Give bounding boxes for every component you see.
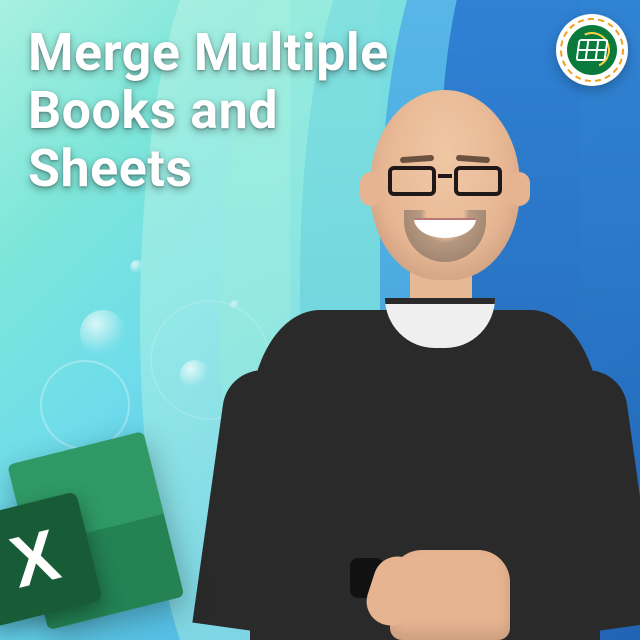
lens-icon <box>388 166 436 196</box>
bridge-icon <box>438 174 452 178</box>
brow-icon <box>400 155 434 163</box>
bg-bubble <box>180 360 210 390</box>
brow-icon <box>456 155 490 163</box>
hands-icon <box>390 550 510 640</box>
bg-bubble <box>80 310 126 356</box>
bg-bubble <box>130 260 144 274</box>
ear-icon <box>508 172 530 206</box>
thumbnail-stage: Merge Multiple Books and Sheets <box>0 0 640 640</box>
sheet-pivot-badge <box>556 14 628 86</box>
presenter-collar <box>385 298 495 348</box>
ear-icon <box>360 172 382 206</box>
glasses-icon <box>388 166 502 198</box>
lens-icon <box>454 166 502 196</box>
presenter-photo <box>210 120 630 640</box>
spreadsheet-grid-icon <box>575 39 608 61</box>
presenter-shirt <box>250 310 600 640</box>
excel-x-letter: X <box>3 514 67 605</box>
headline-line: Merge Multiple <box>28 24 600 82</box>
badge-core-icon <box>567 25 617 75</box>
mouth-icon <box>414 218 476 238</box>
presenter-head <box>370 90 520 280</box>
